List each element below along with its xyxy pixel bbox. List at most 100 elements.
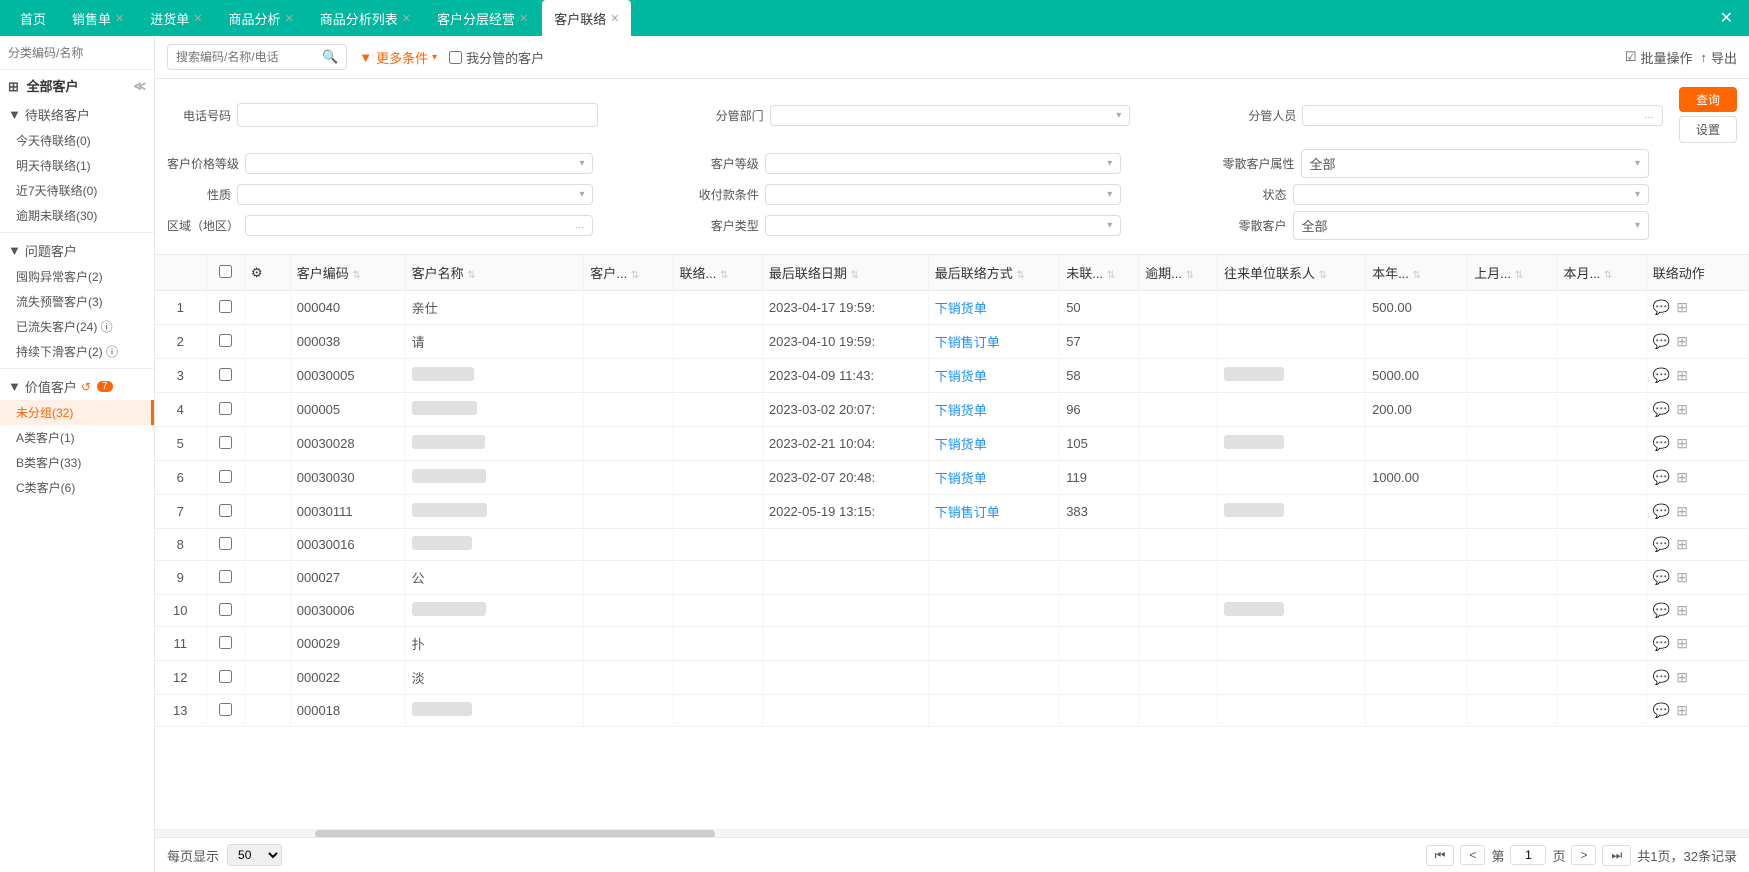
sidebar-item-declining[interactable]: 持续下滑客户(2) ⓘ bbox=[0, 339, 154, 364]
status-select[interactable]: ▾ bbox=[1293, 184, 1649, 205]
reset-button[interactable]: 设置 bbox=[1679, 116, 1737, 143]
last-contact-way[interactable] bbox=[928, 627, 1059, 661]
customer-code[interactable]: 00030111 bbox=[290, 495, 405, 529]
query-button[interactable]: 查询 bbox=[1679, 87, 1737, 112]
row-checkbox[interactable] bbox=[219, 436, 232, 449]
tab-purchase[interactable]: 进货单 ✕ bbox=[138, 0, 214, 36]
customer-code[interactable]: 000029 bbox=[290, 627, 405, 661]
row-checkbox[interactable] bbox=[219, 368, 232, 381]
customer-code[interactable]: 00030016 bbox=[290, 529, 405, 561]
customer-name[interactable]: 淡 bbox=[405, 661, 584, 695]
message-icon[interactable]: 💬 bbox=[1653, 635, 1670, 652]
close-icon[interactable]: ✕ bbox=[402, 12, 411, 25]
customer-code[interactable]: 00030006 bbox=[290, 595, 405, 627]
col-gear[interactable]: ⚙ bbox=[244, 255, 290, 291]
last-contact-way[interactable]: 下销货单 bbox=[928, 461, 1059, 495]
last-page-button[interactable]: ⏭ bbox=[1602, 845, 1631, 866]
scattered-attr-select[interactable]: 全部 ▾ bbox=[1301, 149, 1649, 178]
grid-action-icon[interactable]: ⊞ bbox=[1676, 503, 1688, 520]
grid-action-icon[interactable]: ⊞ bbox=[1676, 469, 1688, 486]
last-contact-way[interactable]: 下销货单 bbox=[928, 291, 1059, 325]
tab-sales[interactable]: 销售单 ✕ bbox=[60, 0, 136, 36]
customer-name[interactable]: 亲仕 bbox=[405, 291, 584, 325]
my-customers-check[interactable] bbox=[449, 51, 462, 64]
price-tier-select[interactable]: ▾ bbox=[245, 153, 593, 174]
sidebar-all-customers[interactable]: ⊞ 全部客户 ≪ bbox=[0, 70, 154, 101]
customer-code[interactable]: 00030030 bbox=[290, 461, 405, 495]
sidebar-search-input[interactable] bbox=[8, 46, 155, 60]
customer-name[interactable] bbox=[405, 427, 584, 461]
collapse-icon[interactable]: ≪ bbox=[133, 79, 146, 93]
grid-action-icon[interactable]: ⊞ bbox=[1676, 401, 1688, 418]
grid-action-icon[interactable]: ⊞ bbox=[1676, 702, 1688, 719]
grid-action-icon[interactable]: ⊞ bbox=[1676, 569, 1688, 586]
sidebar-item-7days[interactable]: 近7天待联络(0) bbox=[0, 178, 154, 203]
grid-action-icon[interactable]: ⊞ bbox=[1676, 602, 1688, 619]
refresh-icon[interactable]: ↺ bbox=[81, 380, 91, 394]
search-input[interactable] bbox=[176, 50, 316, 64]
horizontal-scrollbar[interactable] bbox=[155, 829, 1749, 837]
customer-name[interactable] bbox=[405, 461, 584, 495]
close-icon[interactable]: ✕ bbox=[519, 12, 528, 25]
customer-name[interactable]: 扑 bbox=[405, 627, 584, 661]
customer-code[interactable]: 000018 bbox=[290, 695, 405, 727]
page-number-input[interactable] bbox=[1510, 845, 1546, 865]
tab-product-analysis-list[interactable]: 商品分析列表 ✕ bbox=[308, 0, 423, 36]
row-checkbox[interactable] bbox=[219, 537, 232, 550]
last-contact-way[interactable]: 下销货单 bbox=[928, 359, 1059, 393]
settings-icon[interactable]: ⚙ bbox=[251, 265, 263, 280]
message-icon[interactable]: 💬 bbox=[1653, 669, 1670, 686]
customer-name[interactable] bbox=[405, 529, 584, 561]
row-checkbox[interactable] bbox=[219, 636, 232, 649]
message-icon[interactable]: 💬 bbox=[1653, 702, 1670, 719]
last-contact-way[interactable]: 下销售订单 bbox=[928, 325, 1059, 359]
row-checkbox[interactable] bbox=[219, 470, 232, 483]
close-icon[interactable]: ✕ bbox=[115, 12, 124, 25]
message-icon[interactable]: 💬 bbox=[1653, 469, 1670, 486]
nature-select[interactable]: ▾ bbox=[237, 184, 593, 205]
dept-select[interactable]: ▾ bbox=[770, 105, 1131, 126]
customer-name[interactable] bbox=[405, 595, 584, 627]
customer-code[interactable]: 00030028 bbox=[290, 427, 405, 461]
export-btn[interactable]: ↑ 导出 bbox=[1700, 48, 1737, 67]
sidebar-item-overdue[interactable]: 逾期未联络(30) bbox=[0, 203, 154, 228]
last-contact-way[interactable] bbox=[928, 529, 1059, 561]
grid-action-icon[interactable]: ⊞ bbox=[1676, 635, 1688, 652]
customer-code[interactable]: 000040 bbox=[290, 291, 405, 325]
last-contact-way[interactable] bbox=[928, 695, 1059, 727]
message-icon[interactable]: 💬 bbox=[1653, 536, 1670, 553]
payment-select[interactable]: ▾ bbox=[765, 184, 1121, 205]
phone-input[interactable] bbox=[237, 103, 598, 127]
next-page-button[interactable]: > bbox=[1571, 845, 1596, 865]
row-checkbox[interactable] bbox=[219, 603, 232, 616]
close-icon[interactable]: ✕ bbox=[285, 12, 294, 25]
grid-action-icon[interactable]: ⊞ bbox=[1676, 333, 1688, 350]
last-contact-way[interactable] bbox=[928, 595, 1059, 627]
select-all-checkbox[interactable] bbox=[219, 265, 232, 278]
grid-action-icon[interactable]: ⊞ bbox=[1676, 299, 1688, 316]
message-icon[interactable]: 💬 bbox=[1653, 503, 1670, 520]
message-icon[interactable]: 💬 bbox=[1653, 333, 1670, 350]
message-icon[interactable]: 💬 bbox=[1653, 569, 1670, 586]
close-icon[interactable]: ✕ bbox=[610, 12, 619, 25]
customer-tier-select[interactable]: ▾ bbox=[765, 153, 1121, 174]
row-checkbox[interactable] bbox=[219, 670, 232, 683]
my-customers-checkbox[interactable]: 我分管的客户 bbox=[449, 48, 544, 67]
customer-name[interactable]: 请 bbox=[405, 325, 584, 359]
tab-product-analysis[interactable]: 商品分析 ✕ bbox=[216, 0, 305, 36]
sidebar-item-ungroup[interactable]: 未分组(32) bbox=[0, 400, 154, 425]
message-icon[interactable]: 💬 bbox=[1653, 299, 1670, 316]
row-checkbox[interactable] bbox=[219, 504, 232, 517]
row-checkbox[interactable] bbox=[219, 703, 232, 716]
grid-action-icon[interactable]: ⊞ bbox=[1676, 435, 1688, 452]
message-icon[interactable]: 💬 bbox=[1653, 435, 1670, 452]
sidebar-item-churn-warning[interactable]: 流失预警客户(3) bbox=[0, 289, 154, 314]
scattered-select[interactable]: 全部 ▾ bbox=[1293, 211, 1649, 240]
message-icon[interactable]: 💬 bbox=[1653, 367, 1670, 384]
close-icon[interactable]: ✕ bbox=[193, 12, 202, 25]
customer-name[interactable] bbox=[405, 393, 584, 427]
sidebar-item-class-b[interactable]: B类客户(33) bbox=[0, 450, 154, 475]
grid-action-icon[interactable]: ⊞ bbox=[1676, 367, 1688, 384]
sidebar-group-pending[interactable]: ▼ 待联络客户 bbox=[0, 101, 154, 128]
last-contact-way[interactable]: 下销货单 bbox=[928, 393, 1059, 427]
